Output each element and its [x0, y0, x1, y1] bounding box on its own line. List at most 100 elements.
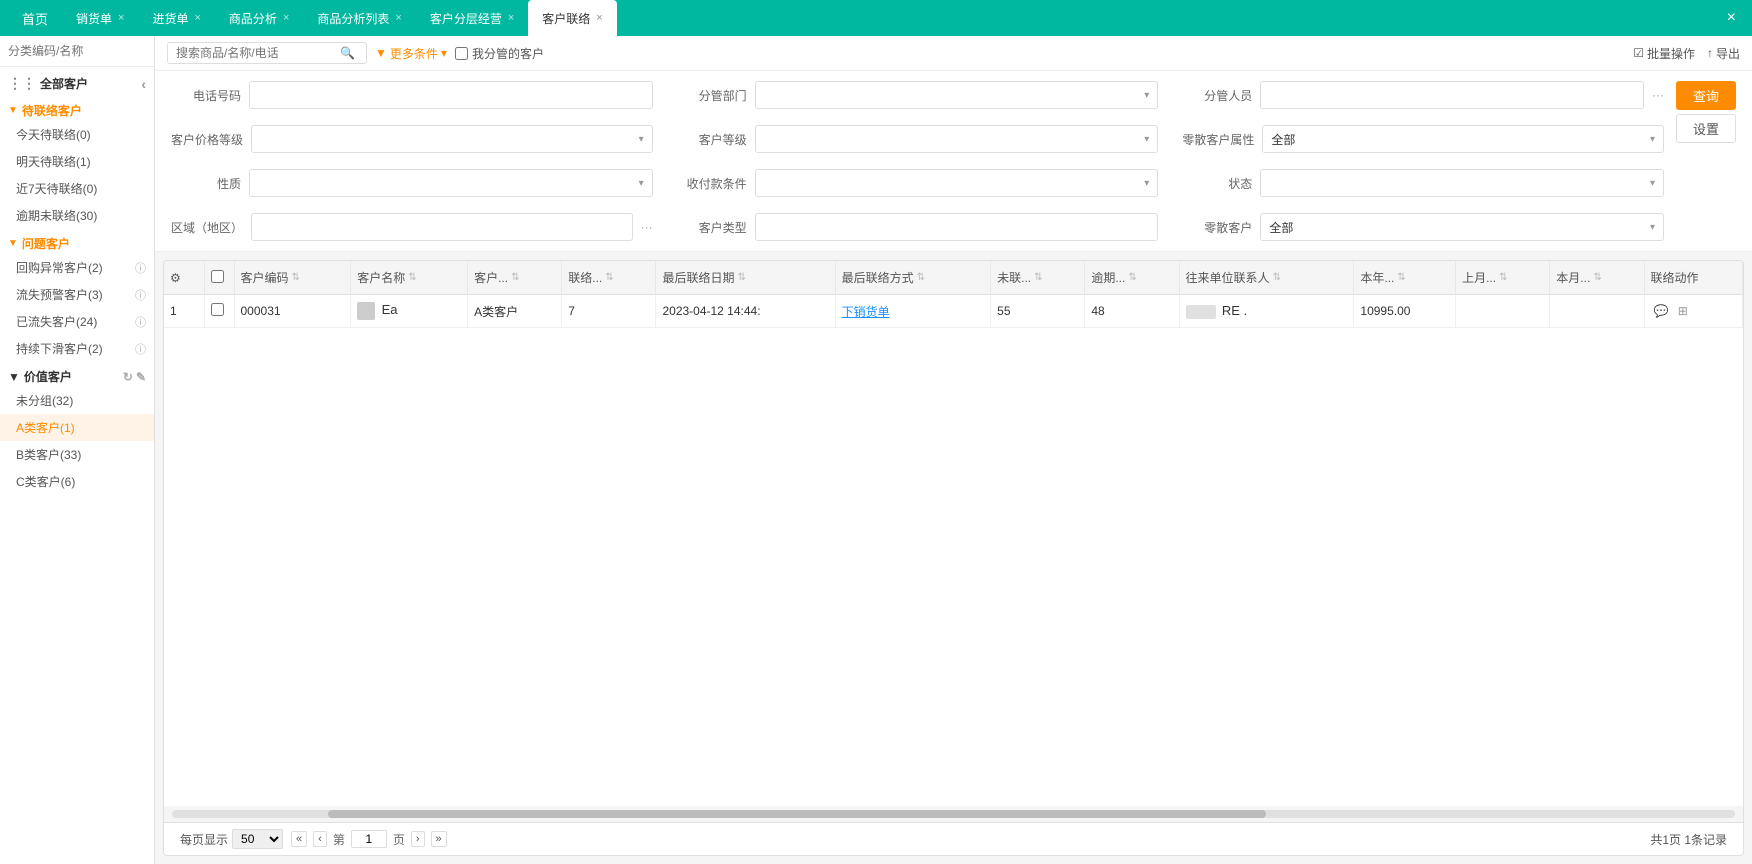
row-checkbox[interactable]: [211, 303, 224, 316]
company-contact-bar: [1186, 305, 1216, 319]
status-select[interactable]: ▾: [1260, 169, 1664, 197]
close-all-button[interactable]: ×: [1719, 9, 1744, 27]
phone-input[interactable]: [249, 81, 653, 109]
nav-analysis[interactable]: 商品分析 ×: [215, 0, 303, 36]
th-checkbox: [204, 261, 234, 295]
per-page-select[interactable]: 50 100 200: [232, 829, 283, 849]
content-area: 🔍 ▼ 更多条件 ▾ 我分管的客户 ☑ 批量操作 ↑ 导出: [155, 36, 1752, 864]
chat-icon[interactable]: 💬: [1654, 304, 1669, 318]
td-contacts: 7: [562, 295, 656, 328]
filter-customer-type: 客户类型: [677, 213, 1159, 241]
chevron-down-icon: ▾: [441, 46, 447, 60]
th-year-amount: 本年...⇅: [1354, 261, 1456, 295]
search-icon[interactable]: 🔍: [340, 46, 355, 60]
sidebar-collapse-btn[interactable]: ‹: [141, 76, 146, 92]
filter-person: 分管人员 ···: [1182, 81, 1664, 109]
filter-price-level: 客户价格等级 ▾: [171, 125, 653, 153]
region-more-btn[interactable]: ···: [641, 220, 653, 234]
sidebar-item-ungrouped[interactable]: 未分组(32): [0, 387, 154, 414]
sidebar-item-churn-warning[interactable]: 流失预警客户(3) ⓘ: [0, 281, 154, 308]
th-customer-code: 客户编码⇅: [234, 261, 351, 295]
refresh-icon[interactable]: ↻: [123, 370, 133, 384]
top-actions: ☑ 批量操作 ↑ 导出: [1633, 45, 1740, 62]
td-last-month: [1456, 295, 1550, 328]
sort-icon-thismonth: ⇅: [1593, 272, 1601, 283]
sort-icon-year: ⇅: [1397, 272, 1405, 283]
sidebar-item-overdue[interactable]: 逾期未联络(30): [0, 202, 154, 229]
more-filters-btn[interactable]: ▼ 更多条件 ▾: [375, 45, 447, 62]
prev-page-btn[interactable]: ‹: [313, 831, 327, 847]
my-customers-checkbox[interactable]: [455, 47, 468, 60]
export-button[interactable]: ↑ 导出: [1707, 45, 1740, 62]
last-contact-link[interactable]: 下销货单: [842, 305, 890, 319]
sidebar-item-churned[interactable]: 已流失客户(24) ⓘ: [0, 308, 154, 335]
retail-attr-select[interactable]: 全部 ▾: [1262, 125, 1664, 153]
person-more-btn[interactable]: ···: [1652, 88, 1664, 102]
sidebar-item-today[interactable]: 今天待联络(0): [0, 121, 154, 148]
next-page-btn[interactable]: ›: [411, 831, 425, 847]
nav-sales[interactable]: 销货单 ×: [62, 0, 138, 36]
grid-icon[interactable]: ⊞: [1678, 304, 1688, 318]
filter-row-1: 电话号码 分管部门 ▾ 分管人员: [171, 81, 1664, 109]
query-button[interactable]: 查询: [1676, 81, 1736, 110]
sort-icon-lastmonth: ⇅: [1499, 272, 1507, 283]
customer-type-input[interactable]: [755, 213, 1159, 241]
sidebar-item-tomorrow[interactable]: 明天待联络(1): [0, 148, 154, 175]
sort-icon-contacts: ⇅: [605, 272, 613, 283]
td-overdue: 48: [1085, 295, 1179, 328]
nav-customer-tier[interactable]: 客户分层经营 ×: [416, 0, 528, 36]
nav-analysis-list-close[interactable]: ×: [395, 12, 401, 24]
advanced-filter: 电话号码 分管部门 ▾ 分管人员: [155, 71, 1752, 252]
table-wrapper[interactable]: ⚙ 客户编码⇅ 客户名称⇅ 客: [164, 261, 1743, 806]
payment-select[interactable]: ▾: [755, 169, 1159, 197]
sidebar-item-class-b[interactable]: B类客户(33): [0, 441, 154, 468]
nav-purchase-close[interactable]: ×: [194, 12, 200, 24]
nav-customer-contact-close[interactable]: ×: [596, 12, 602, 24]
setting-button[interactable]: 设置: [1676, 114, 1736, 143]
th-uncontacted: 未联...⇅: [991, 261, 1085, 295]
scrollbar-thumb: [328, 810, 1266, 818]
dept-select[interactable]: ▾: [755, 81, 1159, 109]
sidebar-item-7days[interactable]: 近7天待联络(0): [0, 175, 154, 202]
customer-level-select[interactable]: ▾: [755, 125, 1159, 153]
select-all-checkbox[interactable]: [211, 270, 224, 283]
settings-gear-icon[interactable]: ⚙: [170, 271, 181, 285]
info-icon-churn-warning: ⓘ: [135, 287, 146, 303]
nav-home[interactable]: 首页: [8, 0, 62, 36]
region-input[interactable]: [251, 213, 633, 241]
nav-customer-contact[interactable]: 客户联络 ×: [528, 0, 616, 36]
sidebar-item-repurchase-abnormal[interactable]: 回购异常客户(2) ⓘ: [0, 254, 154, 281]
sort-icon-type: ⇅: [511, 272, 519, 283]
sidebar-item-declining[interactable]: 持续下滑客户(2) ⓘ: [0, 335, 154, 362]
batch-op-button[interactable]: ☑ 批量操作: [1633, 45, 1695, 62]
nav-analysis-close[interactable]: ×: [283, 12, 289, 24]
page-number-input[interactable]: [351, 830, 387, 848]
td-index: 1: [164, 295, 204, 328]
first-page-btn[interactable]: «: [291, 831, 307, 847]
info-icon-repurchase: ⓘ: [135, 260, 146, 276]
filter-row-2: 客户价格等级 ▾ 客户等级 ▾: [171, 125, 1664, 153]
sidebar-item-class-a[interactable]: A类客户(1): [0, 414, 154, 441]
th-last-contact-date: 最后联络日期⇅: [656, 261, 835, 295]
td-uncontacted: 55: [991, 295, 1085, 328]
edit-icon[interactable]: ✎: [136, 370, 146, 384]
nav-analysis-list[interactable]: 商品分析列表 ×: [303, 0, 415, 36]
nav-customer-tier-close[interactable]: ×: [508, 12, 514, 24]
nav-purchase[interactable]: 进货单 ×: [138, 0, 214, 36]
nav-sales-close[interactable]: ×: [118, 12, 124, 24]
sidebar-item-class-c[interactable]: C类客户(6): [0, 468, 154, 495]
horizontal-scrollbar[interactable]: [172, 810, 1735, 818]
person-input[interactable]: [1260, 81, 1644, 109]
pagination-footer: 每页显示 50 100 200 « ‹ 第 页 › » 共1页 1条记录: [164, 822, 1743, 855]
nature-select[interactable]: ▾: [249, 169, 653, 197]
data-table: ⚙ 客户编码⇅ 客户名称⇅ 客: [164, 261, 1743, 328]
batch-icon: ☑: [1633, 46, 1644, 60]
td-customer-type: A类客户: [468, 295, 562, 328]
td-checkbox: [204, 295, 234, 328]
search-input[interactable]: [176, 46, 336, 60]
price-level-select[interactable]: ▾: [251, 125, 653, 153]
last-page-btn[interactable]: »: [431, 831, 447, 847]
sidebar-search-input[interactable]: [8, 44, 155, 58]
my-customers-checkbox-label[interactable]: 我分管的客户: [455, 45, 544, 62]
retail-customer-select[interactable]: 全部 ▾: [1260, 213, 1664, 241]
